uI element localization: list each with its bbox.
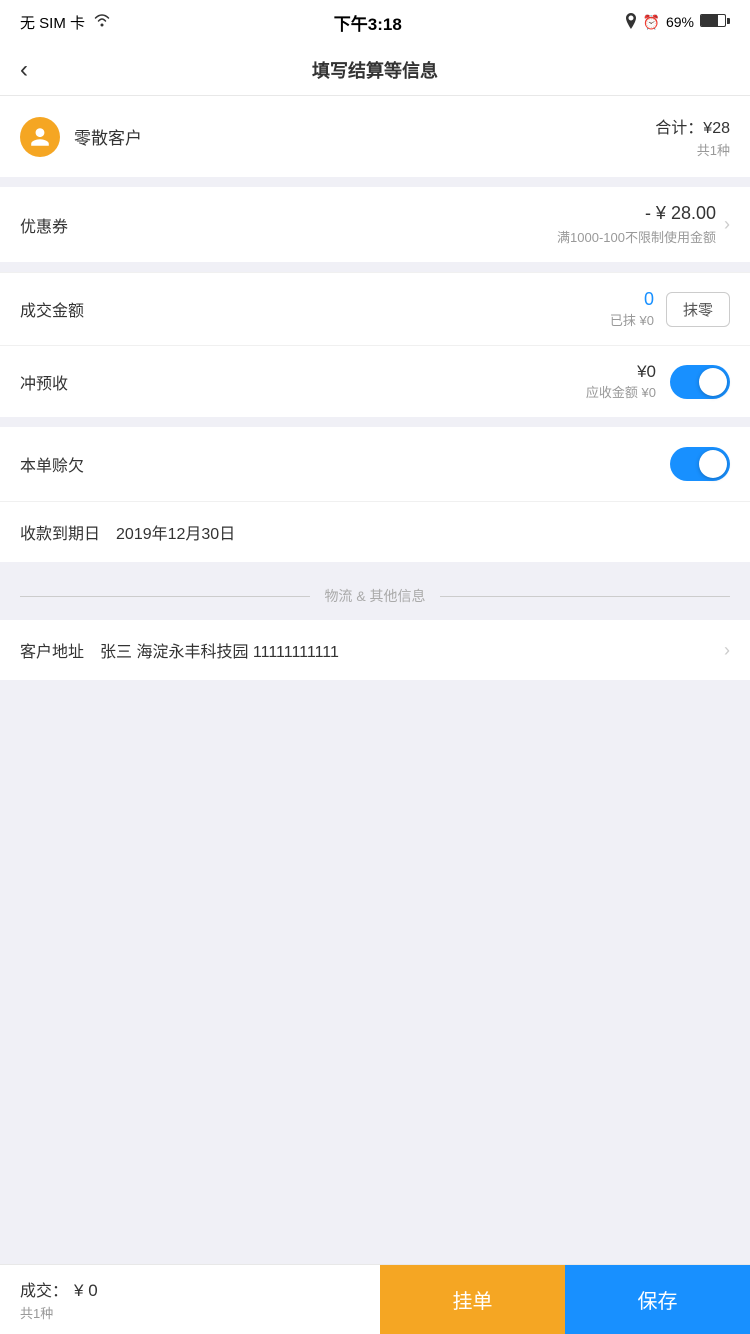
bottom-count: 共1种	[20, 1303, 360, 1322]
prepay-toggle[interactable]	[670, 365, 730, 399]
coupon-value: - ¥ 28.00	[557, 203, 716, 224]
logistics-header: 物流 & 其他信息	[0, 572, 750, 620]
deal-value: 0	[610, 289, 654, 310]
customer-count: 共1种	[655, 140, 730, 159]
address-value: 张三 海淀永丰科技园 11111111111	[100, 638, 724, 662]
debt-section: 本单赊欠 收款到期日 2019年12月30日	[0, 427, 750, 562]
customer-name: 零散客户	[74, 124, 142, 149]
customer-left: 零散客户	[20, 117, 142, 157]
address-label: 客户地址	[20, 638, 84, 662]
debt-row: 本单赊欠	[0, 427, 750, 501]
logistics-line-left	[20, 596, 310, 597]
bottom-bar: 成交： ¥ 0 共1种 挂单 保存	[0, 1264, 750, 1334]
nav-title: 填写结算等信息	[312, 57, 438, 83]
address-chevron-icon: ›	[724, 640, 730, 661]
debt-toggle-knob	[699, 450, 727, 478]
address-row[interactable]: 客户地址 张三 海淀永丰科技园 11111111111 ›	[0, 620, 750, 680]
battery-label: 69%	[666, 14, 694, 30]
prepay-amount: ¥0	[586, 362, 656, 382]
location-icon	[625, 13, 637, 32]
deal-value-block: 0 已抹 ¥0	[610, 289, 654, 329]
deal-amount-row: 成交金额 0 已抹 ¥0 抹零	[0, 272, 750, 345]
empty-space	[0, 690, 750, 890]
customer-section: 零散客户 合计：¥28 共1种	[0, 96, 750, 177]
save-button[interactable]: 保存	[565, 1265, 750, 1334]
due-date-label: 收款到期日	[20, 520, 100, 544]
deal-sub: 已抹 ¥0	[610, 310, 654, 329]
prepay-toggle-knob	[699, 368, 727, 396]
bottom-deal-row: 成交： ¥ 0	[20, 1277, 360, 1301]
bottom-info: 成交： ¥ 0 共1种	[0, 1277, 380, 1322]
deal-amount-right: 0 已抹 ¥0 抹零	[610, 289, 730, 329]
debt-toggle[interactable]	[670, 447, 730, 481]
coupon-section: 优惠券 - ¥ 28.00 满1000-100不限制使用金额 ›	[0, 187, 750, 262]
customer-avatar	[20, 117, 60, 157]
status-bar: 无 SIM 卡 下午3:18 ⏰ 69%	[0, 0, 750, 44]
status-left: 无 SIM 卡	[20, 12, 111, 33]
bottom-deal-amount: ¥ 0	[74, 1281, 98, 1301]
address-section: 客户地址 张三 海淀永丰科技园 11111111111 ›	[0, 620, 750, 680]
due-date-row: 收款到期日 2019年12月30日	[0, 501, 750, 562]
alarm-icon: ⏰	[643, 14, 660, 31]
deal-label: 成交金额	[20, 297, 84, 321]
due-date-value: 2019年12月30日	[116, 520, 235, 544]
hang-button[interactable]: 挂单	[380, 1265, 565, 1334]
battery-icon	[700, 14, 730, 30]
status-right: ⏰ 69%	[625, 13, 730, 32]
customer-total: 合计：¥28	[655, 114, 730, 138]
debt-label: 本单赊欠	[20, 452, 84, 476]
back-button[interactable]: ‹	[20, 56, 28, 84]
coupon-sub: 满1000-100不限制使用金额	[557, 227, 716, 246]
coupon-chevron-icon: ›	[724, 214, 730, 235]
deal-section: 成交金额 0 已抹 ¥0 抹零 冲预收 ¥0 应收金额 ¥0	[0, 272, 750, 417]
prepay-row: 冲预收 ¥0 应收金额 ¥0	[0, 345, 750, 417]
prepay-label: 冲预收	[20, 370, 68, 394]
wifi-icon	[93, 13, 111, 31]
logistics-label: 物流 & 其他信息	[324, 586, 425, 606]
coupon-right: - ¥ 28.00 满1000-100不限制使用金额 ›	[557, 203, 730, 246]
deal-amount-value: 0	[644, 289, 654, 309]
customer-summary: 合计：¥28 共1种	[655, 114, 730, 159]
bottom-deal-label: 成交：	[20, 1277, 68, 1301]
round-down-button[interactable]: 抹零	[666, 292, 730, 327]
nav-bar: ‹ 填写结算等信息	[0, 44, 750, 96]
status-time: 下午3:18	[334, 10, 402, 35]
prepay-right: ¥0 应收金额 ¥0	[586, 362, 730, 401]
coupon-label: 优惠券	[20, 213, 68, 237]
prepay-sub: 应收金额 ¥0	[586, 382, 656, 401]
logistics-divider: 物流 & 其他信息	[0, 572, 750, 620]
prepay-value-block: ¥0 应收金额 ¥0	[586, 362, 656, 401]
logistics-line-right	[440, 596, 730, 597]
carrier-label: 无 SIM 卡	[20, 12, 85, 33]
customer-row: 零散客户 合计：¥28 共1种	[0, 96, 750, 177]
coupon-value-block: - ¥ 28.00 满1000-100不限制使用金额	[557, 203, 716, 246]
coupon-row[interactable]: 优惠券 - ¥ 28.00 满1000-100不限制使用金额 ›	[0, 187, 750, 262]
